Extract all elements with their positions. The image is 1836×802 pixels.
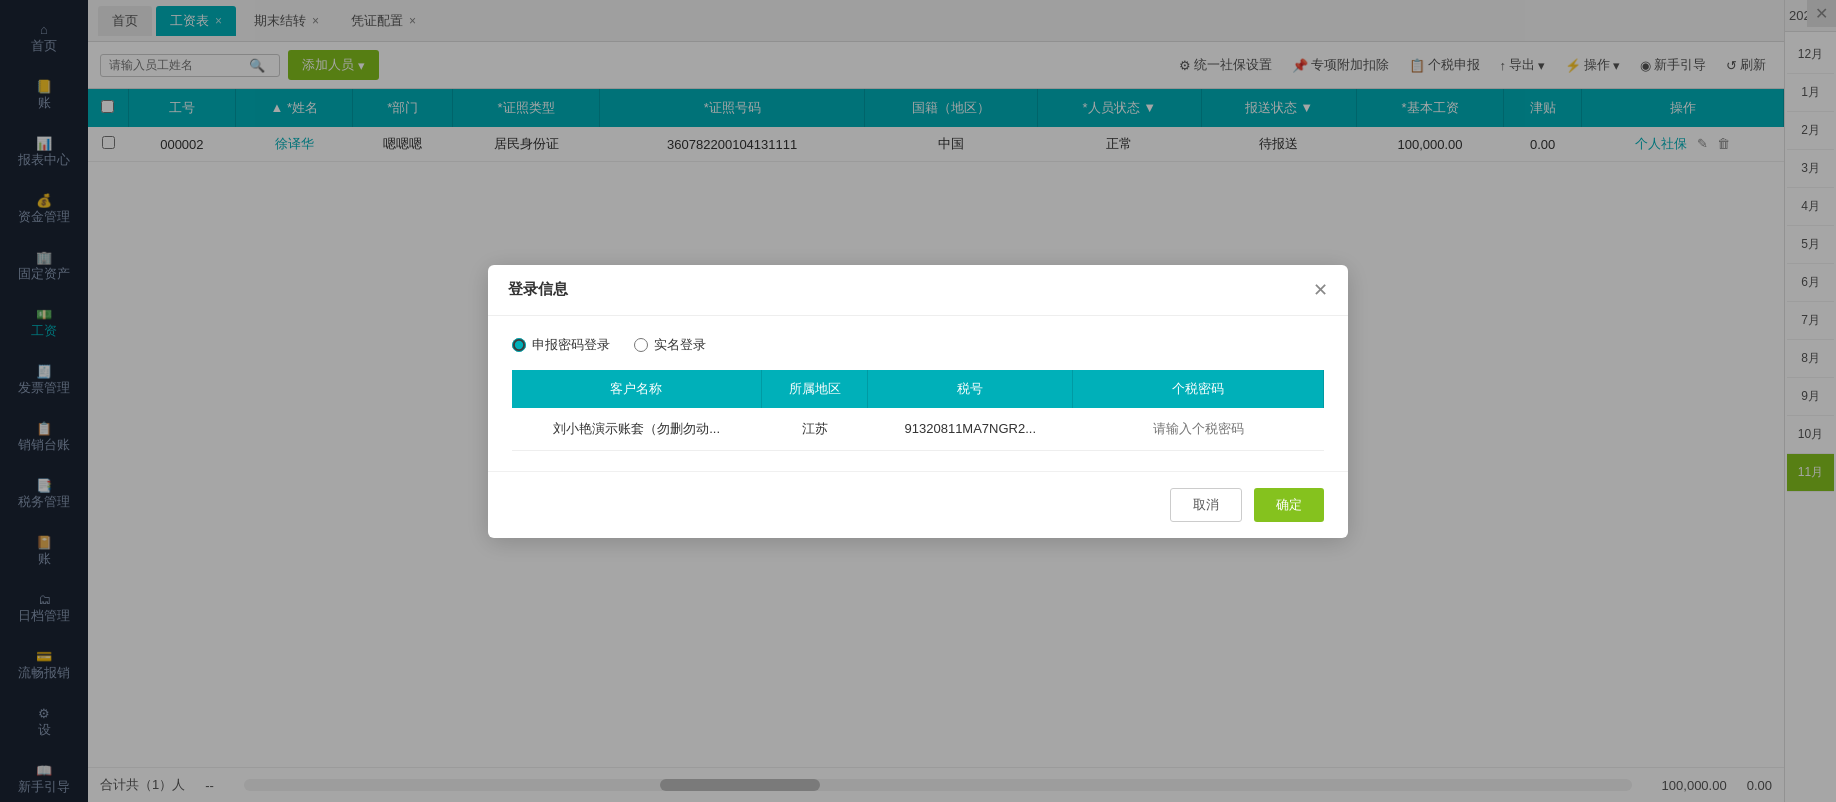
- dialog-body: 申报密码登录 实名登录 客户名称 所属地区 税号 个税密码: [488, 316, 1348, 471]
- dialog-data-table: 客户名称 所属地区 税号 个税密码 刘小艳演示账套（勿删勿动... 江苏 913…: [512, 370, 1324, 451]
- radio-realname-login[interactable]: 实名登录: [634, 336, 706, 354]
- tax-password-input[interactable]: [1089, 421, 1308, 436]
- radio-password-label: 申报密码登录: [532, 336, 610, 354]
- dialog-col-password: 个税密码: [1073, 370, 1324, 408]
- dialog-password-cell[interactable]: [1073, 408, 1324, 451]
- dialog-table-row: 刘小艳演示账套（勿删勿动... 江苏 91320811MA7NGR2...: [512, 408, 1324, 451]
- dialog-header: 登录信息 ✕: [488, 265, 1348, 316]
- login-type-radio-group: 申报密码登录 实名登录: [512, 336, 1324, 354]
- dialog-overlay: 登录信息 ✕ 申报密码登录 实名登录 客户名称 所属地区: [0, 0, 1836, 802]
- radio-password-login[interactable]: 申报密码登录: [512, 336, 610, 354]
- dialog-client-name: 刘小艳演示账套（勿删勿动...: [512, 408, 761, 451]
- radio-realname-label: 实名登录: [654, 336, 706, 354]
- cancel-button[interactable]: 取消: [1170, 488, 1242, 522]
- dialog-col-taxno: 税号: [868, 370, 1073, 408]
- radio-realname-input[interactable]: [634, 338, 648, 352]
- dialog-tax-no: 91320811MA7NGR2...: [868, 408, 1073, 451]
- confirm-button[interactable]: 确定: [1254, 488, 1324, 522]
- dialog-title: 登录信息: [508, 280, 568, 299]
- dialog-close-button[interactable]: ✕: [1313, 279, 1328, 301]
- dialog-col-region: 所属地区: [761, 370, 868, 408]
- login-dialog: 登录信息 ✕ 申报密码登录 实名登录 客户名称 所属地区: [488, 265, 1348, 538]
- dialog-col-client: 客户名称: [512, 370, 761, 408]
- dialog-footer: 取消 确定: [488, 471, 1348, 538]
- radio-password-input[interactable]: [512, 338, 526, 352]
- dialog-region: 江苏: [761, 408, 868, 451]
